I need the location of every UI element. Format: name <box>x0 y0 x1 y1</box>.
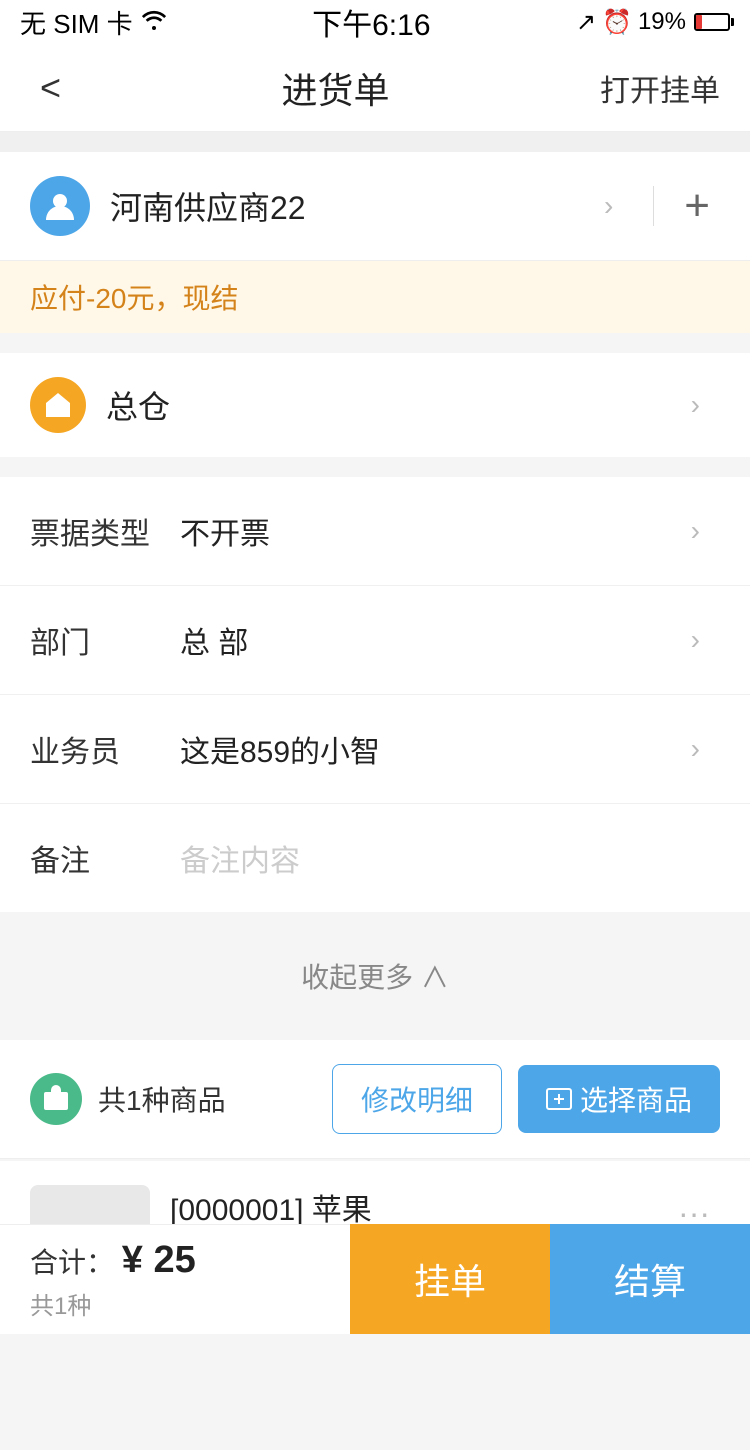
salesman-chevron-icon: › <box>691 733 700 765</box>
salesman-row[interactable]: 业务员 这是859的小智 › <box>0 695 750 804</box>
invoice-label: 票据类型 <box>30 509 160 553</box>
invoice-row[interactable]: 票据类型 不开票 › <box>0 477 750 586</box>
department-row[interactable]: 部门 总 部 › <box>0 586 750 695</box>
wifi-icon <box>141 7 167 38</box>
checkout-button[interactable]: 结算 <box>550 1224 750 1334</box>
supplier-avatar <box>30 176 90 236</box>
salesman-value: 这是859的小智 <box>160 727 691 771</box>
edit-detail-button[interactable]: 修改明细 <box>332 1064 502 1134</box>
supplier-row[interactable]: 河南供应商22 › + <box>0 152 750 261</box>
collapse-label: 收起更多 ∧ <box>301 956 449 996</box>
vertical-divider <box>653 186 654 226</box>
product-name: [0000001] 苹果 <box>170 1185 668 1229</box>
product-header: 共1种商品 修改明细 选择商品 <box>0 1040 750 1159</box>
total-amount: ¥ 25 <box>122 1239 196 1281</box>
status-right: ↗ ⏰ 19% <box>576 8 730 37</box>
invoice-value: 不开票 <box>160 509 691 553</box>
gap-1 <box>0 132 750 152</box>
remark-row[interactable]: 备注 备注内容 <box>0 804 750 912</box>
select-product-button[interactable]: 选择商品 <box>518 1065 720 1133</box>
warehouse-row[interactable]: 总仓 › <box>0 353 750 457</box>
department-label: 部门 <box>30 618 160 662</box>
back-button[interactable]: < <box>30 57 71 119</box>
department-value: 总 部 <box>160 618 691 662</box>
add-supplier-button[interactable]: + <box>674 181 720 231</box>
nav-bar: < 进货单 打开挂单 <box>0 44 750 132</box>
salesman-label: 业务员 <box>30 727 160 771</box>
supplier-section: 河南供应商22 › + 应付-20元，现结 <box>0 152 750 333</box>
battery-text: 19% <box>638 8 686 36</box>
product-count-icon <box>30 1073 82 1125</box>
total-label: 合计： <box>30 1247 114 1278</box>
select-product-label: 选择商品 <box>580 1079 692 1119</box>
alarm-icon: ⏰ <box>602 8 632 37</box>
product-count-text: 共1种商品 <box>98 1079 332 1119</box>
footer-total-row: 合计： ¥ 25 <box>30 1239 320 1282</box>
footer: 合计： ¥ 25 共1种 挂单 结算 <box>0 1224 750 1334</box>
hang-order-button[interactable]: 挂单 <box>350 1224 550 1334</box>
product-title: 苹果 <box>312 1194 372 1227</box>
supplier-notice: 应付-20元，现结 <box>0 261 750 333</box>
form-section: 票据类型 不开票 › 部门 总 部 › 业务员 这是859的小智 › 备注 备注… <box>0 477 750 912</box>
remark-label: 备注 <box>30 836 160 880</box>
supplier-name: 河南供应商22 <box>110 183 604 229</box>
battery-icon <box>694 13 730 31</box>
collapse-row[interactable]: 收起更多 ∧ <box>0 932 750 1020</box>
page-title: 进货单 <box>282 62 390 114</box>
open-hang-button[interactable]: 打开挂单 <box>600 66 720 110</box>
carrier-text: 无 SIM 卡 <box>20 4 133 41</box>
status-bar: 无 SIM 卡 下午6:16 ↗ ⏰ 19% <box>0 0 750 44</box>
footer-spacer <box>0 1330 750 1450</box>
footer-sub-label: 共1种 <box>30 1286 320 1321</box>
supplier-chevron-icon: › <box>604 190 613 222</box>
status-time: 下午6:16 <box>312 0 430 44</box>
warehouse-chevron-icon: › <box>691 389 700 421</box>
warehouse-icon <box>30 377 86 433</box>
location-icon: ↗ <box>576 8 596 37</box>
department-chevron-icon: › <box>691 624 700 656</box>
invoice-chevron-icon: › <box>691 515 700 547</box>
remark-input[interactable]: 备注内容 <box>160 836 720 880</box>
product-code: [0000001] <box>170 1194 312 1227</box>
warehouse-name: 总仓 <box>106 382 691 428</box>
footer-total: 合计： ¥ 25 共1种 <box>0 1224 350 1334</box>
status-left: 无 SIM 卡 <box>20 4 167 41</box>
